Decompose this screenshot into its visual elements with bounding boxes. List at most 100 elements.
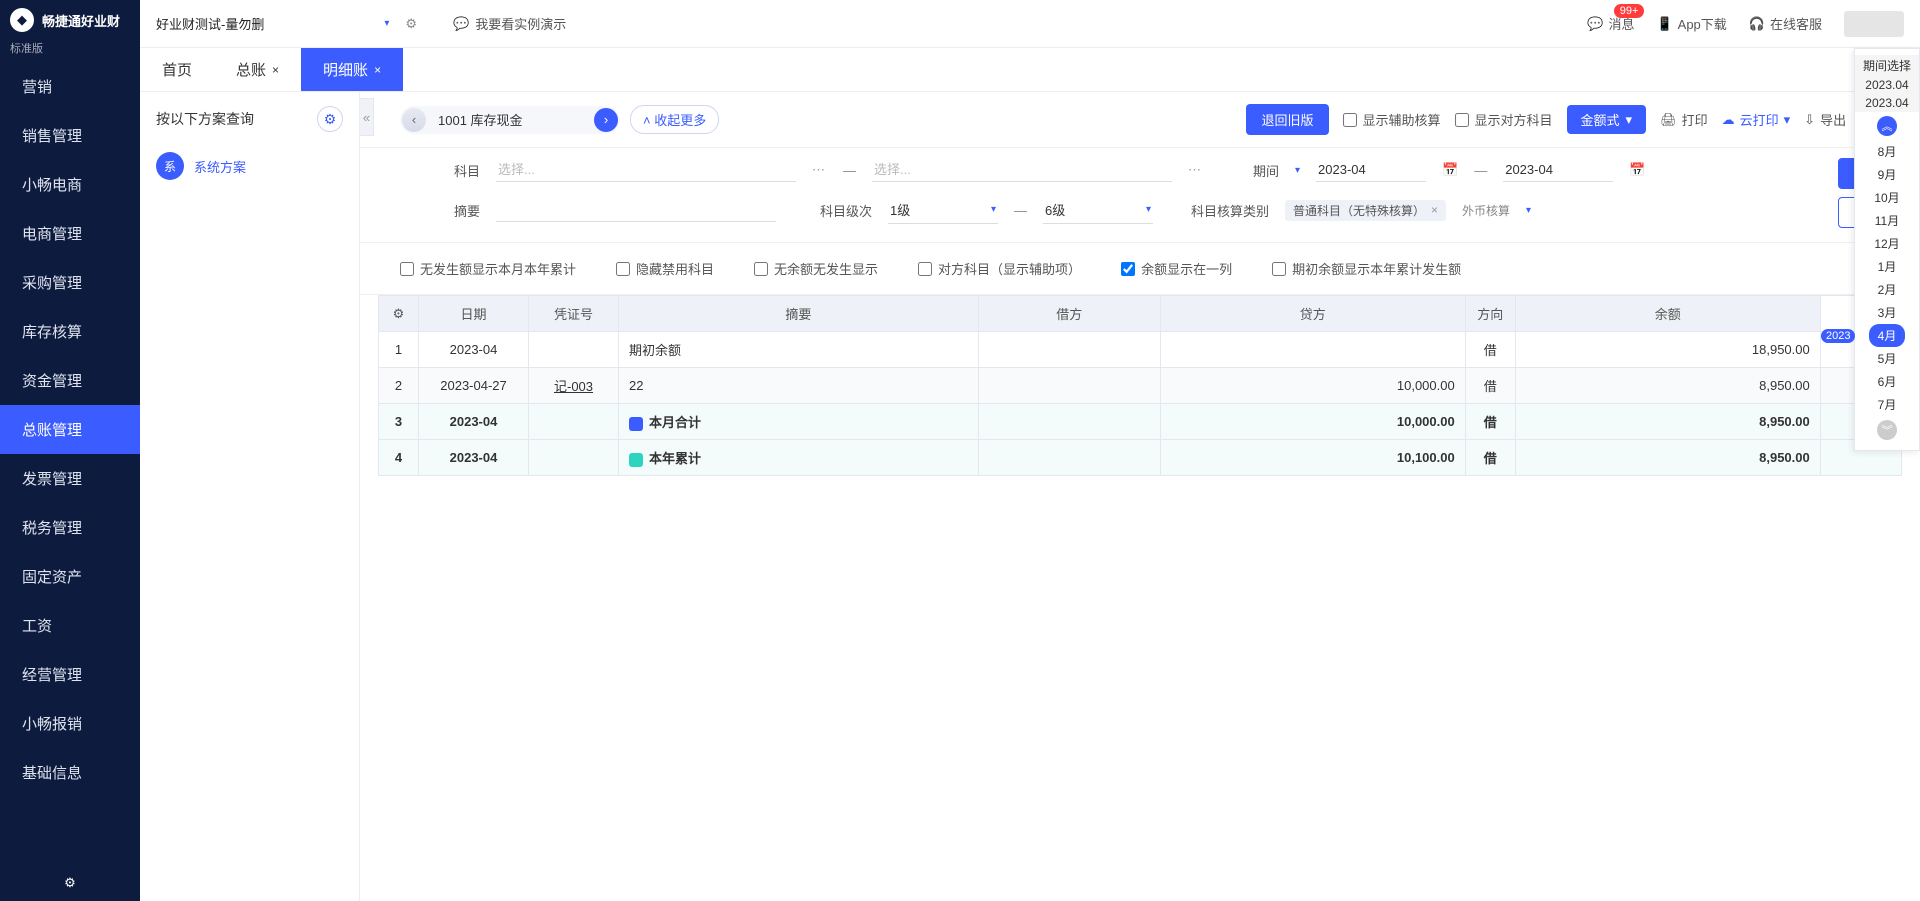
th-0: ⚙ xyxy=(379,296,419,332)
amount-format-button[interactable]: 金额式▾ xyxy=(1567,105,1647,134)
show-opposite-checkbox[interactable]: 显示对方科目 xyxy=(1455,110,1553,129)
period-month[interactable]: 5月 xyxy=(1869,347,1905,370)
sidebar-item-5[interactable]: 库存核算 xyxy=(0,307,140,356)
sidebar-item-12[interactable]: 经营管理 xyxy=(0,650,140,699)
demo-link[interactable]: 💬 我要看实例演示 xyxy=(453,14,566,33)
prev-account-button[interactable]: ‹ xyxy=(402,108,426,132)
account-pager: ‹ 1001 库存现金 › xyxy=(400,106,620,134)
table-row[interactable]: 22023-04-27记-0032210,000.00借8,950.00 xyxy=(379,368,1902,404)
customer-service[interactable]: 🎧 在线客服 xyxy=(1749,14,1822,33)
scheme-settings-icon[interactable]: ⚙ xyxy=(317,106,343,132)
ledger-table: ⚙日期凭证号摘要借方贷方方向余额 12023-04期初余额借18,950.002… xyxy=(378,295,1902,476)
calendar-icon[interactable]: 📅 xyxy=(1629,162,1645,178)
period-month[interactable]: 1月 xyxy=(1869,255,1905,278)
table-row[interactable]: 32023-04本月合计10,000.00借8,950.00 xyxy=(379,404,1902,440)
subject-picker-icon[interactable]: ⋯ xyxy=(812,162,827,178)
table-row[interactable]: 42023-04本年累计10,100.00借8,950.00 xyxy=(379,440,1902,476)
subject-from-input[interactable] xyxy=(496,158,796,182)
sidebar-item-10[interactable]: 固定资产 xyxy=(0,552,140,601)
sidebar-item-13[interactable]: 小畅报销 xyxy=(0,699,140,748)
sidebar-item-2[interactable]: 小畅电商 xyxy=(0,160,140,209)
period-month[interactable]: 7月 xyxy=(1869,393,1905,416)
messages[interactable]: 💬 消息 99+ xyxy=(1587,14,1634,33)
period-month[interactable]: 12月 xyxy=(1869,232,1905,255)
sidebar-item-14[interactable]: 基础信息 xyxy=(0,748,140,797)
version-label: 标准版 xyxy=(0,40,140,62)
tab-close-icon[interactable]: × xyxy=(272,63,279,77)
sidebar-item-8[interactable]: 发票管理 xyxy=(0,454,140,503)
show-aux-checkbox[interactable]: 显示辅助核算 xyxy=(1343,110,1441,129)
scheme-panel: 按以下方案查询 ⚙ 系 系统方案 xyxy=(140,92,360,901)
period-to-select[interactable]: 2023-04 xyxy=(1503,158,1613,182)
voucher-link[interactable]: 记-003 xyxy=(554,379,593,394)
check-no-balance-show[interactable]: 无余额无发生显示 xyxy=(754,259,878,278)
table-row[interactable]: 12023-04期初余额借18,950.00 xyxy=(379,332,1902,368)
gear-icon[interactable]: ⚙ xyxy=(393,306,405,321)
check-opposite-aux[interactable]: 对方科目（显示辅助项） xyxy=(918,259,1081,278)
period-month[interactable]: 6月 xyxy=(1869,370,1905,393)
messages-badge: 99+ xyxy=(1614,4,1645,18)
sidebar-item-11[interactable]: 工资 xyxy=(0,601,140,650)
tab-2[interactable]: 明细账 × xyxy=(301,48,403,91)
period-month[interactable]: 9月 xyxy=(1869,163,1905,186)
period-popup-title: 期间选择 xyxy=(1855,55,1919,76)
export-button[interactable]: ⇩导出 xyxy=(1804,110,1846,129)
sidebar-item-0[interactable]: 营销 xyxy=(0,62,140,111)
calendar-icon[interactable]: 📅 xyxy=(1442,162,1458,178)
gear-icon[interactable]: ⚙ xyxy=(405,16,417,32)
logo: ◆ 畅捷通好业财 xyxy=(0,0,140,40)
level-from-select[interactable]: 1级▾ xyxy=(888,196,998,224)
subject-picker-icon[interactable]: ⋯ xyxy=(1188,162,1203,178)
period-month[interactable]: 2月 xyxy=(1869,278,1905,301)
period-from-select[interactable]: 2023-04 xyxy=(1316,158,1426,182)
period-label: 期间 xyxy=(1219,161,1279,180)
next-account-button[interactable]: › xyxy=(594,108,618,132)
chevron-down-icon: ▾ xyxy=(991,204,996,215)
subject-to-input[interactable] xyxy=(872,158,1172,182)
sidebar-item-7[interactable]: 总账管理 xyxy=(0,405,140,454)
level-to-select[interactable]: 6级▾ xyxy=(1043,196,1153,224)
chevron-down-icon[interactable]: ▾ xyxy=(1526,205,1531,216)
period-month[interactable]: 8月 xyxy=(1869,140,1905,163)
print-button[interactable]: 🖨打印 xyxy=(1660,110,1708,129)
nav: 营销销售管理小畅电商电商管理采购管理库存核算资金管理总账管理发票管理税务管理固定… xyxy=(0,62,140,865)
export-icon: ⇩ xyxy=(1804,112,1815,128)
remove-tag-icon[interactable]: × xyxy=(1431,203,1438,217)
company-select[interactable]: 好业财测试-量勿删 ▾ xyxy=(156,14,389,33)
phone-icon: 📱 xyxy=(1656,16,1672,32)
sidebar-item-3[interactable]: 电商管理 xyxy=(0,209,140,258)
chat-icon: 💬 xyxy=(453,16,469,32)
chevron-down-icon: ▾ xyxy=(1146,204,1151,215)
return-old-button[interactable]: 退回旧版 xyxy=(1246,104,1328,135)
tab-1[interactable]: 总账 × xyxy=(214,48,301,91)
tab-0[interactable]: 首页 xyxy=(140,48,214,91)
sidebar-item-9[interactable]: 税务管理 xyxy=(0,503,140,552)
period-month[interactable]: 3月 xyxy=(1869,301,1905,324)
period-month[interactable]: 11月 xyxy=(1869,209,1905,232)
period-up-icon[interactable]: ︽ xyxy=(1877,116,1897,136)
scheme-system[interactable]: 系 系统方案 xyxy=(140,144,359,188)
th-7: 余额 xyxy=(1515,296,1820,332)
chevron-down-icon[interactable]: ▾ xyxy=(1295,165,1300,176)
tab-close-icon[interactable]: × xyxy=(374,63,381,77)
period-month[interactable]: 10月 xyxy=(1869,186,1905,209)
headset-icon: 🎧 xyxy=(1749,16,1765,32)
period-down-icon[interactable]: ︾ xyxy=(1877,420,1897,440)
period-month[interactable]: 4月 xyxy=(1869,324,1905,347)
settings-icon[interactable]: ⚙ xyxy=(0,865,140,901)
summary-input[interactable] xyxy=(496,198,776,222)
sidebar-item-1[interactable]: 销售管理 xyxy=(0,111,140,160)
check-no-amount-show[interactable]: 无发生额显示本月本年累计 xyxy=(400,259,576,278)
app-download[interactable]: 📱 App下载 xyxy=(1656,14,1726,33)
check-balance-one-col[interactable]: 余额显示在一列 xyxy=(1121,259,1232,278)
sidebar-item-4[interactable]: 采购管理 xyxy=(0,258,140,307)
collapse-handle-icon[interactable]: « xyxy=(360,98,374,136)
scheme-title: 按以下方案查询 xyxy=(156,109,254,129)
period-popup-to: 2023.04 xyxy=(1855,94,1919,112)
check-hide-disabled[interactable]: 隐藏禁用科目 xyxy=(616,259,714,278)
collapse-more-button[interactable]: ˄ 收起更多 xyxy=(630,105,719,134)
avatar[interactable] xyxy=(1844,11,1904,37)
cloud-print-button[interactable]: ☁云打印 ▾ xyxy=(1722,110,1791,129)
sidebar-item-6[interactable]: 资金管理 xyxy=(0,356,140,405)
check-begin-balance-ytd[interactable]: 期初余额显示本年累计发生额 xyxy=(1272,259,1461,278)
